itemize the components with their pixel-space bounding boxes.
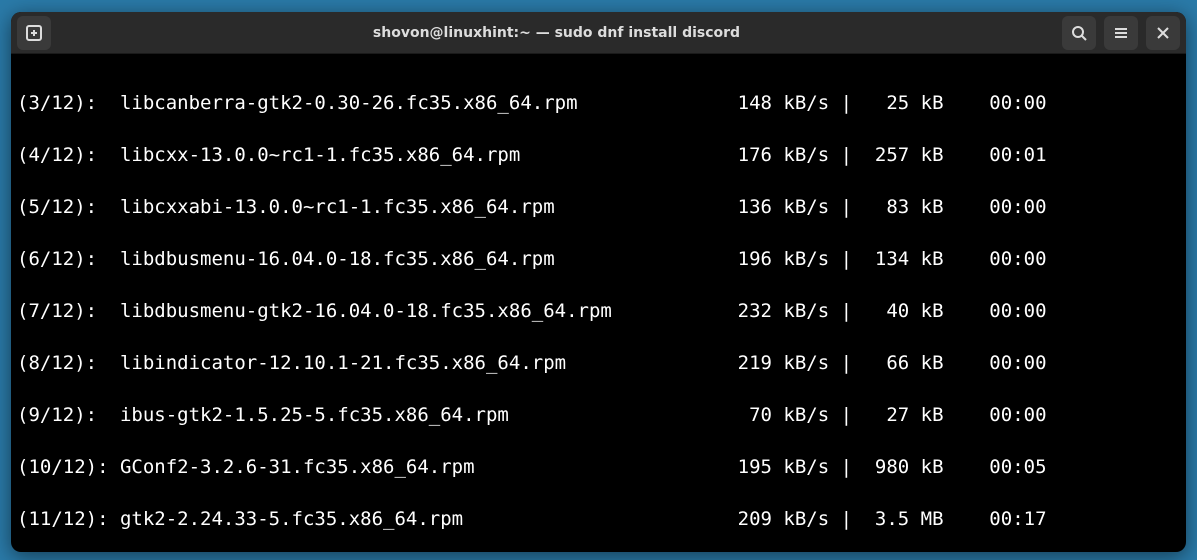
new-tab-button[interactable] — [17, 16, 51, 50]
download-row: (5/12): libcxxabi-13.0.0~rc1-1.fc35.x86_… — [17, 194, 1180, 220]
plus-icon — [26, 25, 42, 41]
window-title: shovon@linuxhint:~ — sudo dnf install di… — [53, 25, 1060, 41]
terminal-output[interactable]: (3/12): libcanberra-gtk2-0.30-26.fc35.x8… — [11, 54, 1186, 552]
close-icon — [1155, 25, 1171, 41]
titlebar: shovon@linuxhint:~ — sudo dnf install di… — [11, 12, 1186, 54]
download-row: (8/12): libindicator-12.10.1-21.fc35.x86… — [17, 350, 1180, 376]
download-row: (4/12): libcxx-13.0.0~rc1-1.fc35.x86_64.… — [17, 142, 1180, 168]
download-row: (6/12): libdbusmenu-16.04.0-18.fc35.x86_… — [17, 246, 1180, 272]
download-row: (3/12): libcanberra-gtk2-0.30-26.fc35.x8… — [17, 90, 1180, 116]
hamburger-icon — [1113, 25, 1129, 41]
download-row: (9/12): ibus-gtk2-1.5.25-5.fc35.x86_64.r… — [17, 402, 1180, 428]
menu-button[interactable] — [1104, 16, 1138, 50]
download-row: (11/12): gtk2-2.24.33-5.fc35.x86_64.rpm … — [17, 506, 1180, 532]
close-button[interactable] — [1146, 16, 1180, 50]
search-button[interactable] — [1062, 16, 1096, 50]
download-row: (7/12): libdbusmenu-gtk2-16.04.0-18.fc35… — [17, 298, 1180, 324]
terminal-window: shovon@linuxhint:~ — sudo dnf install di… — [11, 12, 1186, 552]
download-row: (10/12): GConf2-3.2.6-31.fc35.x86_64.rpm… — [17, 454, 1180, 480]
search-icon — [1071, 25, 1087, 41]
